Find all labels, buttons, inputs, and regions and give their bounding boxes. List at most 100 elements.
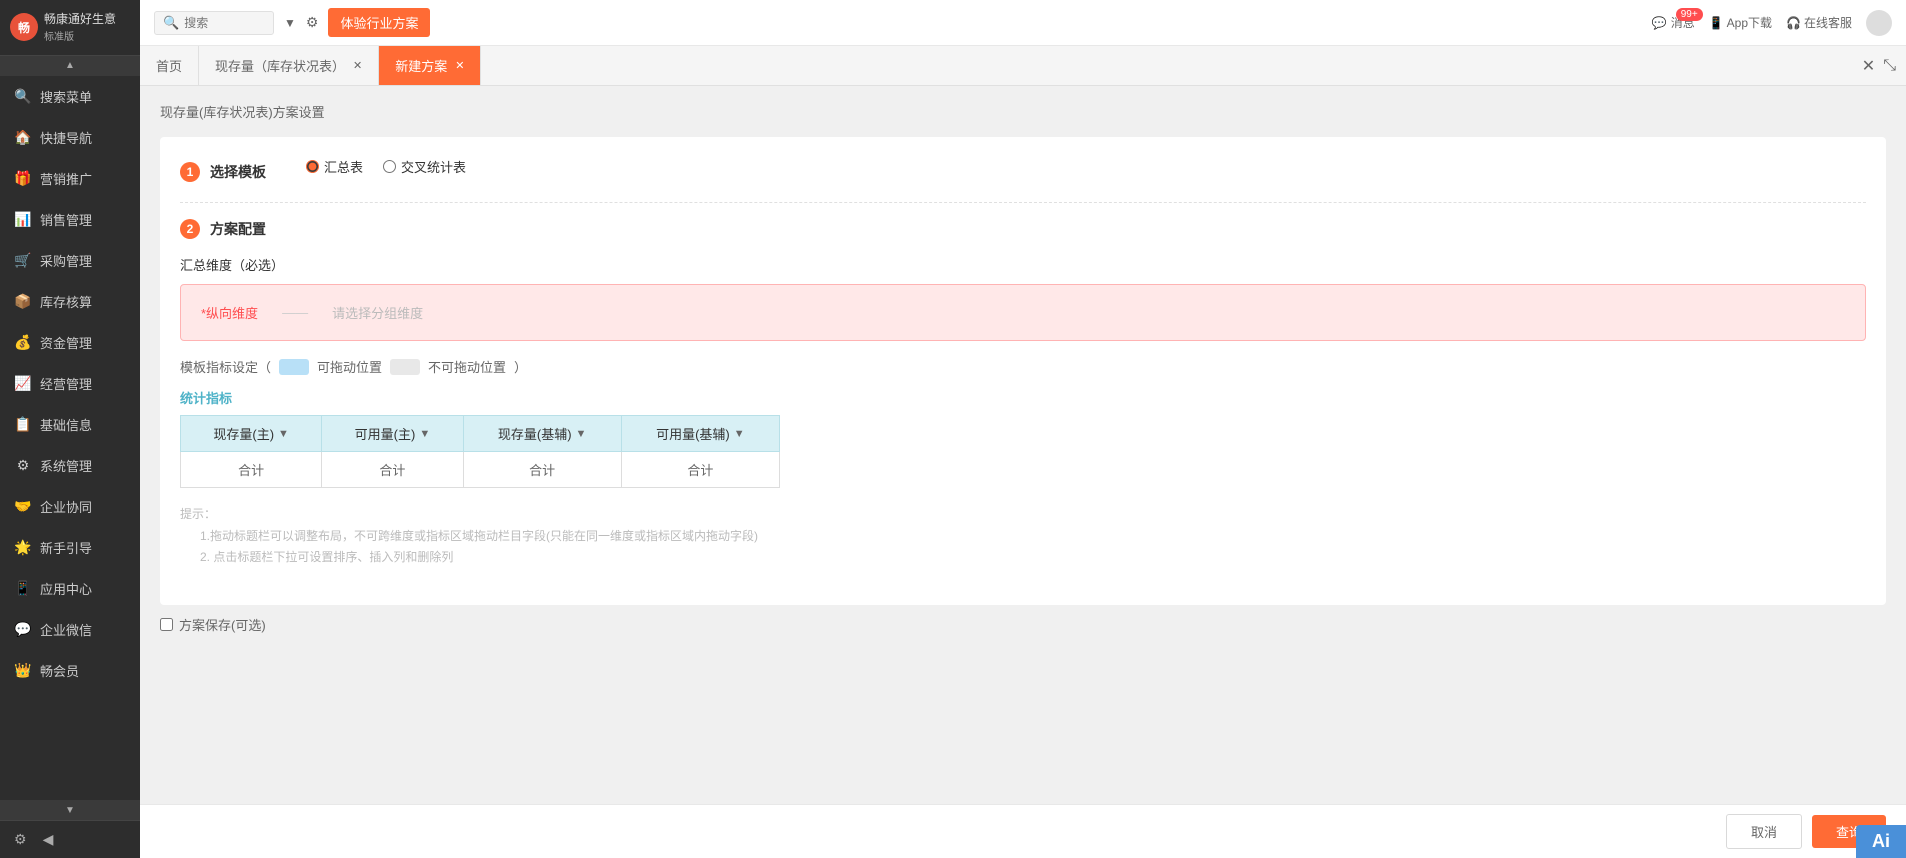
search-box[interactable]: 🔍 <box>154 11 274 35</box>
topbar-gear-icon[interactable]: ⚙ <box>306 14 319 31</box>
tabbar-actions: ✕ ⤡ <box>1862 56 1896 76</box>
step2-badge: 2 <box>180 219 200 239</box>
sidebar-label-quick-nav: 快捷导航 <box>40 128 92 147</box>
stats-body-row: 合计合计合计合计 <box>181 452 780 488</box>
sidebar-item-sys-mgmt[interactable]: ⚙ 系统管理 <box>0 445 140 486</box>
sidebar-icon-new-guide: 🌟 <box>14 538 32 556</box>
online-service-btn[interactable]: 🎧 在线客服 <box>1786 14 1852 31</box>
sidebar-icon-corp-collab: 🤝 <box>14 497 32 515</box>
main-area: 🔍 ▼ ⚙ 体验行业方案 💬 消息 99+ 📱 App下载 🎧 在线客服 <box>140 0 1906 858</box>
step1-title: 选择模板 <box>210 162 266 182</box>
stats-col-header-0[interactable]: 现存量(主) ▼ <box>181 416 322 452</box>
tab-new-scheme-label: 新建方案 <box>395 56 447 75</box>
search-input[interactable] <box>184 16 264 30</box>
sidebar-label-sys-mgmt: 系统管理 <box>40 456 92 475</box>
sidebar-label-corp-collab: 企业协同 <box>40 497 92 516</box>
trial-btn[interactable]: 体验行业方案 <box>328 8 430 37</box>
col-label-0: 现存量(主) <box>213 424 274 443</box>
save-checkbox[interactable] <box>160 618 173 631</box>
sidebar-nav: 🔍搜索菜单🏠快捷导航🎁营销推广📊销售管理 🛒 采购管理 📦 库存核算 💰资金管理📈经营管理… <box>0 76 140 800</box>
radio-cross-label: 交叉统计表 <box>401 157 466 176</box>
tab-inventory-close-icon[interactable]: ✕ <box>353 59 362 72</box>
col-label-1: 可用量(主) <box>355 424 416 443</box>
radio-summary-label: 汇总表 <box>324 157 363 176</box>
sidebar-item-quick-nav[interactable]: 🏠快捷导航 <box>0 117 140 158</box>
step2-title: 方案配置 <box>210 219 266 239</box>
stats-col-header-2[interactable]: 现存量(基辅)▼ <box>463 416 621 452</box>
logo-icon: 畅 <box>10 13 38 41</box>
col-dropdown-2[interactable]: ▼ <box>576 428 587 440</box>
sidebar-label-member: 畅会员 <box>40 661 79 680</box>
dimension-box[interactable]: *纵向维度 —— 请选择分组维度 <box>180 284 1866 341</box>
user-avatar[interactable] <box>1866 10 1892 36</box>
stats-col-header-1[interactable]: 可用量(主)▼ <box>322 416 463 452</box>
radio-cross[interactable]: 交叉统计表 <box>383 157 466 176</box>
sidebar-label-inventory: 库存核算 <box>40 292 92 311</box>
audio-icon[interactable]: ◀ <box>43 831 54 848</box>
fixed-label: 不可拖动位置 <box>428 357 506 376</box>
sidebar-item-sales-mgmt[interactable]: 📊销售管理 <box>0 199 140 240</box>
sidebar-item-new-guide[interactable]: 🌟新手引导 <box>0 527 140 568</box>
col-dropdown-3[interactable]: ▼ <box>734 428 745 440</box>
tab-inventory-label: 现存量（库存状况表） <box>215 56 345 75</box>
app-tag: 标准版 <box>44 28 116 43</box>
sidebar-item-ops-mgmt[interactable]: 📈经营管理 <box>0 363 140 404</box>
sidebar-icon-corp-wechat: 💬 <box>14 620 32 638</box>
sidebar-scroll-up[interactable]: ▲ <box>0 56 140 76</box>
stats-table: 现存量(主)▼可用量(主)▼现存量(基辅)▼可用量(基辅)▼ 合计合计合计合计 <box>180 415 780 488</box>
tab-expand-btn[interactable]: ⤡ <box>1883 57 1896 75</box>
sidebar-item-member[interactable]: 👑畅会员 <box>0 650 140 691</box>
search-dropdown-icon[interactable]: ▼ <box>284 16 296 30</box>
radio-cross-input[interactable] <box>383 160 396 173</box>
sidebar-item-corp-wechat[interactable]: 💬企业微信 <box>0 609 140 650</box>
tab-inventory-status[interactable]: 现存量（库存状况表） ✕ <box>199 46 379 85</box>
sidebar-icon-inventory: 📦 <box>14 292 32 310</box>
ai-badge[interactable]: Ai <box>1856 825 1906 858</box>
sidebar-item-search-menu[interactable]: 🔍搜索菜单 <box>0 76 140 117</box>
sidebar-item-app-center[interactable]: 📱应用中心 <box>0 568 140 609</box>
radio-summary-input[interactable] <box>306 160 319 173</box>
tab-close-all-btn[interactable]: ✕ <box>1862 56 1875 76</box>
sidebar-item-basic-info[interactable]: 📋基础信息 <box>0 404 140 445</box>
message-badge: 99+ <box>1676 8 1703 21</box>
col-label-3: 可用量(基辅) <box>656 424 730 443</box>
sidebar-icon-marketing: 🎁 <box>14 169 32 187</box>
sidebar-item-purchase-mgmt[interactable]: 🛒 采购管理 <box>0 240 140 281</box>
stats-header-row: 现存量(主)▼可用量(主)▼现存量(基辅)▼可用量(基辅)▼ <box>181 416 780 452</box>
sidebar-item-finance[interactable]: 💰资金管理 <box>0 322 140 363</box>
fixed-indicator <box>390 359 420 375</box>
sidebar-label-ops-mgmt: 经营管理 <box>40 374 92 393</box>
stats-col-header-3[interactable]: 可用量(基辅) ▼ <box>621 416 779 452</box>
settings-icon[interactable]: ⚙ <box>14 831 27 848</box>
tips-list: 1.拖动标题栏可以调整布局，不可跨维度或指标区域拖动栏目字段(只能在同一维度或指… <box>180 526 1866 569</box>
sidebar-item-corp-collab[interactable]: 🤝 企业协同 <box>0 486 140 527</box>
sidebar-item-inventory[interactable]: 📦 库存核算 <box>0 281 140 322</box>
topbar: 🔍 ▼ ⚙ 体验行业方案 💬 消息 99+ 📱 App下载 🎧 在线客服 <box>140 0 1906 46</box>
sidebar-label-purchase-mgmt: 采购管理 <box>40 251 92 270</box>
cancel-button[interactable]: 取消 <box>1726 814 1802 849</box>
message-icon: 💬 <box>1652 16 1667 30</box>
sidebar-icon-sys-mgmt: ⚙ <box>14 456 32 474</box>
app-download-btn[interactable]: 📱 App下载 <box>1709 14 1772 31</box>
tab-home[interactable]: 首页 <box>140 46 199 85</box>
messages-btn[interactable]: 💬 消息 99+ <box>1652 14 1695 31</box>
footer: 取消 查询 <box>140 804 1906 858</box>
tab-new-scheme-close-icon[interactable]: ✕ <box>455 59 464 72</box>
col-dropdown-0[interactable]: ▼ <box>278 428 289 440</box>
col-dropdown-1[interactable]: ▼ <box>419 428 430 440</box>
sidebar-icon-basic-info: 📋 <box>14 415 32 433</box>
dimension-dash: —— <box>282 305 308 320</box>
tab-home-label: 首页 <box>156 56 182 75</box>
sidebar-icon-purchase-mgmt: 🛒 <box>14 251 32 269</box>
radio-summary[interactable]: 汇总表 <box>306 157 363 176</box>
tab-new-scheme[interactable]: 新建方案 ✕ <box>379 46 481 85</box>
sidebar-item-marketing[interactable]: 🎁营销推广 <box>0 158 140 199</box>
movable-indicator <box>279 359 309 375</box>
sidebar-scroll-down[interactable]: ▼ <box>0 800 140 820</box>
indicators-close-bracket: ） <box>514 357 527 376</box>
indicators-row: 模板指标设定（ 可拖动位置 不可拖动位置 ） <box>180 357 1866 376</box>
movable-label: 可拖动位置 <box>317 357 382 376</box>
app-name: 畅康通好生意 <box>44 12 116 28</box>
sidebar-label-sales-mgmt: 销售管理 <box>40 210 92 229</box>
stats-col-body-1: 合计 <box>322 452 463 488</box>
